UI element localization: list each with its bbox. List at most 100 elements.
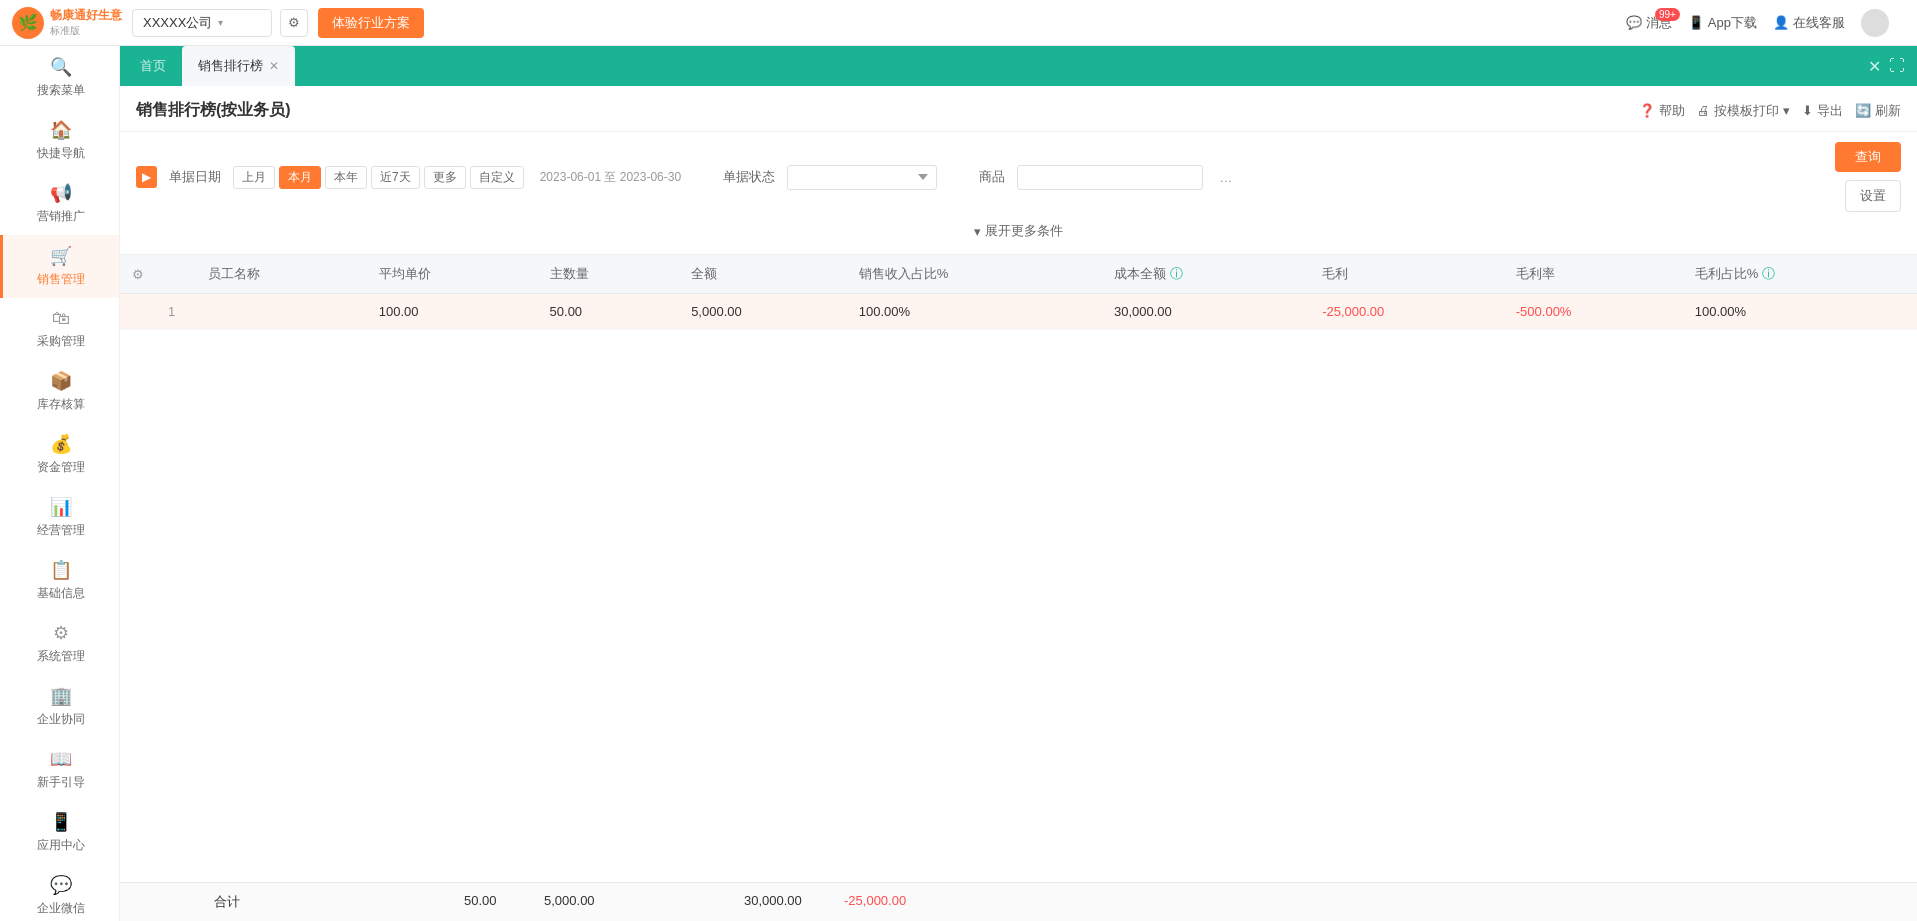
cost-info-icon[interactable]: ⓘ	[1170, 266, 1183, 281]
enterprise-icon: 🏢	[50, 685, 72, 707]
goods-input[interactable]	[1017, 165, 1203, 190]
logo-sub: 标准版	[50, 24, 122, 38]
date-btn-more[interactable]: 更多	[424, 166, 466, 189]
sidebar-item-inventory[interactable]: 📦 库存核算	[0, 360, 119, 423]
tab-bar: 首页 销售排行榜 ✕ ✕ ⛶	[120, 46, 1917, 86]
table-header-row: ⚙ 员工名称 平均单价 主数量 全额 销售收入占比% 成本全额 ⓘ 毛利	[120, 255, 1917, 294]
help-icon: ❓	[1639, 103, 1655, 118]
sidebar-item-basic[interactable]: 📋 基础信息	[0, 549, 119, 612]
row-cost: 30,000.00	[1102, 294, 1310, 330]
page-title: 销售排行榜(按业务员)	[136, 100, 291, 121]
filter-actions: 查询 设置	[1835, 142, 1901, 212]
filter-bar: ▶ 单据日期 上月 本月 本年 近7天 更多 自定义 2023-06-01 至 …	[120, 132, 1917, 255]
date-label: 单据日期	[169, 168, 221, 186]
date-btn-this-month[interactable]: 本月	[279, 166, 321, 189]
tab-minimize-icon[interactable]: ✕	[1868, 57, 1881, 76]
col-gross-pct: 毛利占比% ⓘ	[1683, 255, 1917, 294]
table-row: 1 100.00 50.00 5,000.00 100.00% 30,000.0…	[120, 294, 1917, 330]
inventory-icon: 📦	[50, 370, 72, 392]
row-amount: 5,000.00	[679, 294, 847, 330]
sidebar-item-wechat[interactable]: 💬 企业微信	[0, 864, 119, 921]
row-gross: -25,000.00	[1310, 294, 1504, 330]
marketing-icon: 📢	[50, 182, 72, 204]
sidebar-item-enterprise[interactable]: 🏢 企业协同	[0, 675, 119, 738]
settings-gear-button[interactable]: ⚙	[280, 9, 308, 37]
goods-more-icon[interactable]: …	[1219, 170, 1232, 185]
col-qty: 主数量	[538, 255, 680, 294]
date-range-text: 2023-06-01 至 2023-06-30	[540, 169, 681, 186]
sidebar-item-marketing[interactable]: 📢 营销推广	[0, 172, 119, 235]
col-num	[156, 255, 196, 294]
logo-title: 畅康通好生意	[50, 7, 122, 24]
date-btn-last-month[interactable]: 上月	[233, 166, 275, 189]
expand-icon: ▾	[974, 224, 981, 239]
help-button[interactable]: ❓ 帮助	[1639, 102, 1685, 120]
row-gross-rate: -500.00%	[1504, 294, 1683, 330]
sidebar-item-purchase[interactable]: 🛍 采购管理	[0, 298, 119, 360]
date-btn-7days[interactable]: 近7天	[371, 166, 420, 189]
trial-button[interactable]: 体验行业方案	[318, 8, 424, 38]
tab-sales-rank[interactable]: 销售排行榜 ✕	[182, 46, 295, 86]
guide-icon: 📖	[50, 748, 72, 770]
operations-icon: 📊	[50, 496, 72, 518]
tab-home[interactable]: 首页	[124, 46, 182, 86]
query-button[interactable]: 查询	[1835, 142, 1901, 172]
row-gear	[120, 294, 156, 330]
logo-text: 畅康通好生意 标准版	[50, 7, 122, 38]
print-icon: 🖨	[1697, 103, 1710, 118]
page-header: 销售排行榜(按业务员) ❓ 帮助 🖨 按模板打印 ▾ ⬇ 导出	[120, 86, 1917, 132]
footer-label: 合计	[214, 894, 240, 909]
tab-maximize-icon[interactable]: ⛶	[1889, 57, 1905, 75]
sidebar: 🔍 搜索菜单 🏠 快捷导航 📢 营销推广 🛒 销售管理 🛍 采购管理 📦 库存核…	[0, 46, 120, 921]
status-label: 单据状态	[723, 168, 775, 186]
status-select[interactable]	[787, 165, 937, 190]
sidebar-item-system[interactable]: ⚙ 系统管理	[0, 612, 119, 675]
filter-toggle-button[interactable]: ▶	[136, 166, 157, 188]
row-num: 1	[156, 294, 196, 330]
avatar[interactable]	[1861, 9, 1889, 37]
expand-conditions-button[interactable]: ▾ 展开更多条件	[966, 218, 1071, 244]
export-icon: ⬇	[1802, 103, 1813, 118]
col-gross: 毛利	[1310, 255, 1504, 294]
filter-row-2: ▾ 展开更多条件	[136, 218, 1901, 244]
col-amount: 全额	[679, 255, 847, 294]
chevron-down-icon: ▾	[218, 17, 223, 28]
date-btn-this-year[interactable]: 本年	[325, 166, 367, 189]
settings-button[interactable]: 设置	[1845, 180, 1901, 212]
logo-icon: 🌿	[12, 7, 44, 39]
sidebar-item-guide[interactable]: 📖 新手引导	[0, 738, 119, 801]
company-selector[interactable]: XXXXX公司 ▾	[132, 9, 272, 37]
col-avg-price: 平均单价	[367, 255, 538, 294]
gross-pct-info-icon[interactable]: ⓘ	[1762, 266, 1775, 281]
row-gross-pct: 100.00%	[1683, 294, 1917, 330]
sidebar-item-finance[interactable]: 💰 资金管理	[0, 423, 119, 486]
app-download-button[interactable]: 📱 App下载	[1688, 14, 1757, 32]
sidebar-item-sales[interactable]: 🛒 销售管理	[0, 235, 119, 298]
tab-close-icon[interactable]: ✕	[269, 59, 279, 73]
goods-label: 商品	[979, 168, 1005, 186]
date-btn-custom[interactable]: 自定义	[470, 166, 524, 189]
sidebar-item-apps[interactable]: 📱 应用中心	[0, 801, 119, 864]
sidebar-item-shortcut[interactable]: 🏠 快捷导航	[0, 109, 119, 172]
footer-amount: 5,000.00	[544, 893, 595, 908]
finance-icon: 💰	[50, 433, 72, 455]
logo-area: 🌿 畅康通好生意 标准版	[12, 7, 132, 39]
col-gross-rate: 毛利率	[1504, 255, 1683, 294]
sidebar-item-search[interactable]: 🔍 搜索菜单	[0, 46, 119, 109]
row-sales-pct: 100.00%	[847, 294, 1102, 330]
col-gear[interactable]: ⚙	[120, 255, 156, 294]
sidebar-item-operations[interactable]: 📊 经营管理	[0, 486, 119, 549]
data-table: ⚙ 员工名称 平均单价 主数量 全额 销售收入占比% 成本全额 ⓘ 毛利	[120, 255, 1917, 330]
message-button[interactable]: 💬 消息 99+	[1626, 14, 1672, 32]
refresh-button[interactable]: 🔄 刷新	[1855, 102, 1901, 120]
company-name: XXXXX公司	[143, 14, 212, 32]
home-icon: 🏠	[50, 119, 72, 141]
table-footer: 合计 50.00 5,000.00 30,000.00 -25,000.00	[120, 882, 1917, 921]
export-button[interactable]: ⬇ 导出	[1802, 102, 1843, 120]
online-service-button[interactable]: 👤 在线客服	[1773, 14, 1845, 32]
main-layout: 🔍 搜索菜单 🏠 快捷导航 📢 营销推广 🛒 销售管理 🛍 采购管理 📦 库存核…	[0, 46, 1917, 921]
table-container: ⚙ 员工名称 平均单价 主数量 全额 销售收入占比% 成本全额 ⓘ 毛利	[120, 255, 1917, 882]
filter-row-1: ▶ 单据日期 上月 本月 本年 近7天 更多 自定义 2023-06-01 至 …	[136, 142, 1901, 212]
print-button[interactable]: 🖨 按模板打印 ▾	[1697, 102, 1790, 120]
header-actions: ❓ 帮助 🖨 按模板打印 ▾ ⬇ 导出 🔄 刷新	[1639, 102, 1901, 120]
